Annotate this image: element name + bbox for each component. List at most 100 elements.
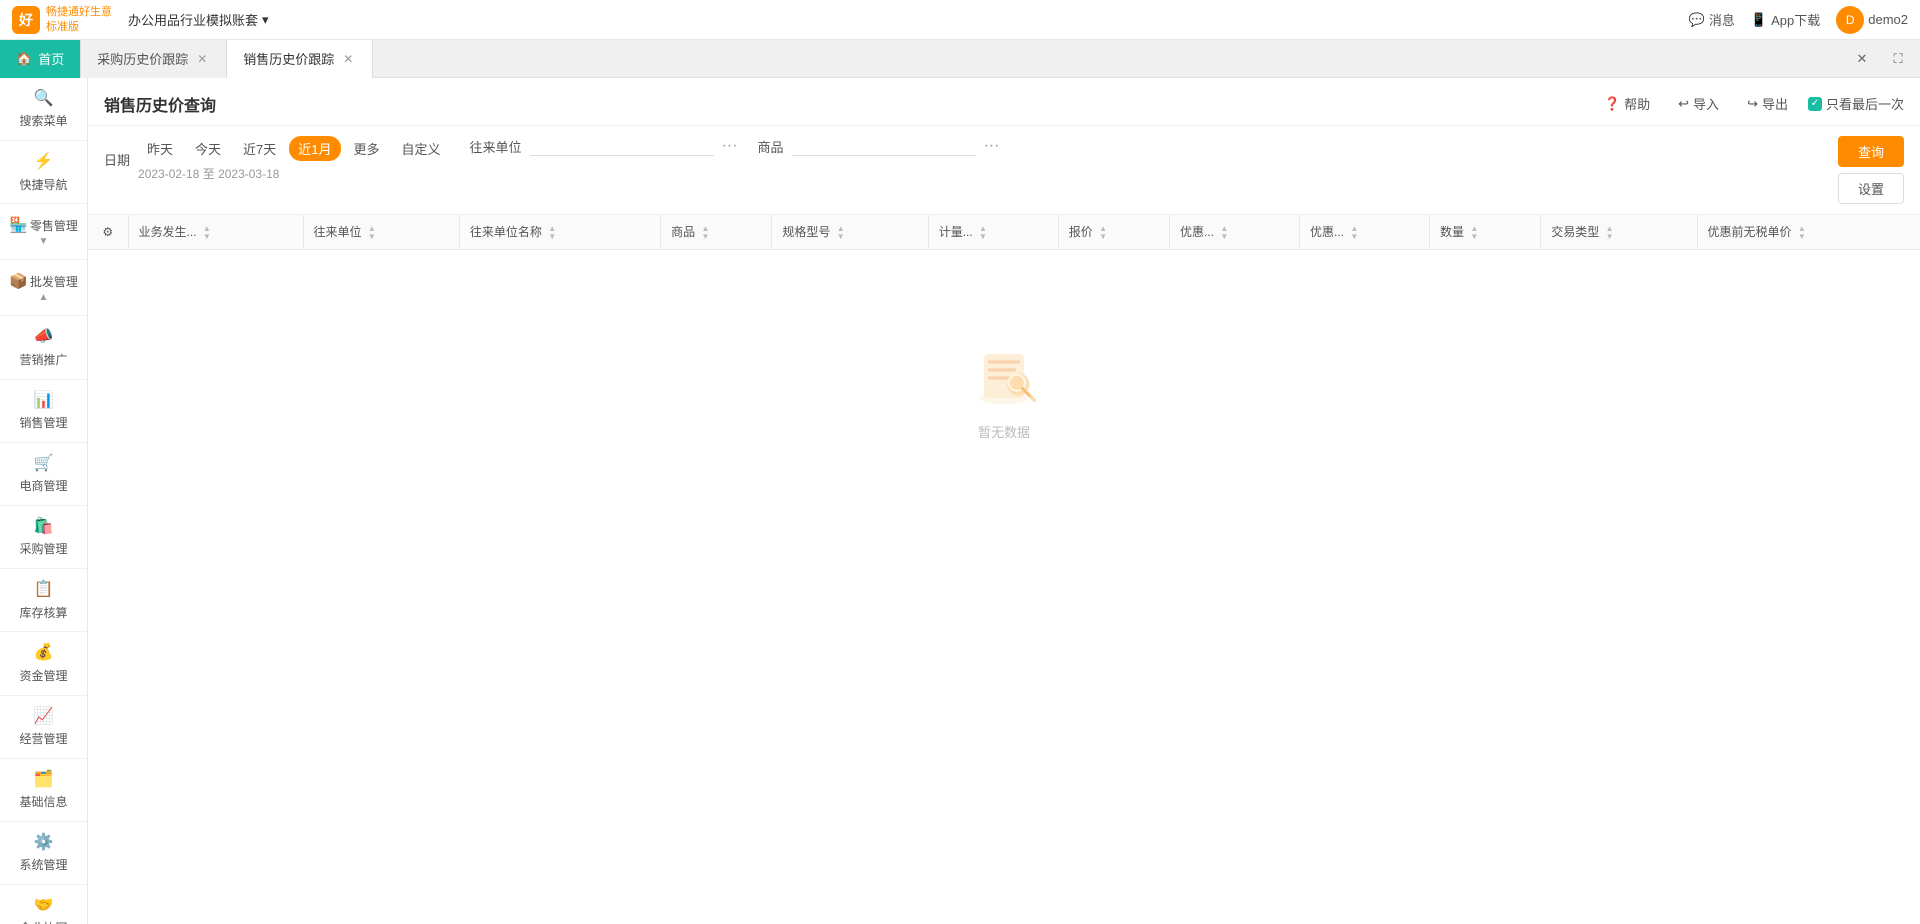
search-icon: 🔍 — [34, 88, 54, 110]
tab-purchase-close[interactable]: ✕ — [194, 51, 210, 67]
goods-input[interactable] — [792, 136, 976, 156]
chevron-down-icon: ▼ — [39, 236, 49, 247]
partner-dots[interactable]: ··· — [722, 138, 738, 154]
empty-icon — [964, 330, 1044, 410]
sort-icon: ▲▼ — [1220, 225, 1228, 241]
tab-expand-btn[interactable]: ⛶ — [1884, 45, 1912, 73]
sort-icon: ▲▼ — [979, 225, 987, 241]
operations-icon: 📈 — [34, 706, 54, 728]
th-discount2[interactable]: 优惠... ▲▼ — [1299, 215, 1429, 249]
settings-button[interactable]: 设置 — [1838, 173, 1904, 204]
tab-close-all-btn[interactable]: ✕ — [1848, 45, 1876, 73]
query-button[interactable]: 查询 — [1838, 136, 1904, 167]
marketing-icon: 📣 — [34, 326, 54, 348]
sidebar-item-basic[interactable]: 🗂️ 基础信息 — [0, 759, 87, 822]
message-btn[interactable]: 💬 消息 — [1689, 10, 1735, 29]
sidebar-item-retail[interactable]: 🏪 零售管理 ▼ — [0, 204, 87, 260]
th-trade-type[interactable]: 交易类型 ▲▼ — [1541, 215, 1697, 249]
sidebar-item-inventory[interactable]: 📋 库存核算 — [0, 569, 87, 632]
tab-bar: 🏠 首页 采购历史价跟踪 ✕ 销售历史价跟踪 ✕ ✕ ⛶ — [0, 40, 1920, 78]
import-btn[interactable]: ↩ 导入 — [1670, 90, 1727, 117]
tab-purchase[interactable]: 采购历史价跟踪 ✕ — [81, 40, 227, 78]
sidebar-item-search[interactable]: 🔍 搜索菜单 — [0, 78, 87, 141]
app-selector[interactable]: 办公用品行业模拟账套 ▾ — [120, 6, 277, 33]
message-icon: 💬 — [1689, 12, 1705, 28]
chevron-down-icon: ▾ — [262, 12, 269, 28]
content-area: 销售历史价查询 ❓ 帮助 ↩ 导入 ↪ 导出 ✓ 只看最后一次 — [88, 78, 1920, 924]
enterprise-icon: 🤝 — [34, 895, 54, 917]
sort-icon: ▲▼ — [548, 225, 556, 241]
date-btn-today[interactable]: 今天 — [186, 136, 230, 161]
header-right: 💬 消息 📱 App下载 D demo2 — [1689, 6, 1908, 34]
sort-icon: ▲▼ — [368, 225, 376, 241]
gear-icon[interactable]: ⚙ — [102, 225, 113, 239]
action-buttons: 查询 设置 — [1838, 136, 1904, 204]
th-partner-code[interactable]: 往来单位 ▲▼ — [303, 215, 459, 249]
partner-label: 往来单位 — [470, 137, 522, 156]
logo-text: 畅捷通好生意 标准版 — [46, 5, 112, 34]
sort-icon: ▲▼ — [837, 225, 845, 241]
partner-input[interactable] — [530, 136, 714, 156]
sort-icon: ▲▼ — [1798, 225, 1806, 241]
page-title: 销售历史价查询 — [104, 92, 216, 116]
sidebar-item-purchase[interactable]: 🛍️ 采购管理 — [0, 506, 87, 569]
help-btn[interactable]: ❓ 帮助 — [1596, 90, 1658, 117]
th-partner-name[interactable]: 往来单位名称 ▲▼ — [459, 215, 660, 249]
date-btn-custom[interactable]: 自定义 — [393, 136, 450, 161]
sales-icon: 📊 — [34, 390, 54, 412]
date-label: 日期 — [104, 150, 130, 169]
sidebar-item-enterprise[interactable]: 🤝 企业协同 — [0, 885, 87, 924]
user-menu[interactable]: D demo2 — [1836, 6, 1908, 34]
sort-icon: ▲▼ — [1350, 225, 1358, 241]
sidebar-item-operations[interactable]: 📈 经营管理 — [0, 696, 87, 759]
sidebar-item-wholesale[interactable]: 📦 批发管理 ▲ — [0, 260, 87, 316]
only-last-checkbox[interactable]: ✓ — [1808, 97, 1822, 111]
th-pretax-price[interactable]: 优惠前无税单价 ▲▼ — [1697, 215, 1920, 249]
sort-icon: ▲▼ — [1099, 225, 1107, 241]
goods-dots[interactable]: ··· — [984, 138, 1000, 154]
home-icon: 🏠 — [16, 51, 32, 67]
data-table: ⚙ 业务发生... ▲▼ 往来单位 ▲▼ 往来单位名称 ▲▼ — [88, 215, 1920, 250]
sidebar-item-ecommerce[interactable]: 🛒 电商管理 — [0, 443, 87, 506]
date-btn-yesterday[interactable]: 昨天 — [138, 136, 182, 161]
help-icon: ❓ — [1604, 96, 1620, 112]
date-filter-group: 日期 昨天 今天 近7天 近1月 更多 自定义 2023-02-18 至 202… — [104, 136, 450, 182]
purchase-icon: 🛍️ — [34, 516, 54, 538]
th-unit[interactable]: 计量... ▲▼ — [928, 215, 1058, 249]
tab-sales-close[interactable]: ✕ — [340, 51, 356, 67]
table-container: ⚙ 业务发生... ▲▼ 往来单位 ▲▼ 往来单位名称 ▲▼ — [88, 215, 1920, 924]
logo-area: 好 畅捷通好生意 标准版 — [12, 5, 112, 34]
sidebar-item-sales[interactable]: 📊 销售管理 — [0, 380, 87, 443]
only-last-checkbox-label[interactable]: ✓ 只看最后一次 — [1808, 94, 1904, 113]
th-spec[interactable]: 规格型号 ▲▼ — [772, 215, 928, 249]
page-header: 销售历史价查询 ❓ 帮助 ↩ 导入 ↪ 导出 ✓ 只看最后一次 — [88, 78, 1920, 126]
goods-filter-group: 商品 ··· — [758, 136, 1000, 156]
sidebar-item-finance[interactable]: 💰 资金管理 — [0, 632, 87, 695]
system-icon: ⚙️ — [34, 832, 54, 854]
date-buttons: 昨天 今天 近7天 近1月 更多 自定义 — [138, 136, 450, 161]
th-quantity[interactable]: 数量 ▲▼ — [1429, 215, 1540, 249]
partner-filter-group: 往来单位 ··· — [470, 136, 738, 156]
app-download-btn[interactable]: 📱 App下载 — [1751, 10, 1820, 29]
date-btn-1month[interactable]: 近1月 — [289, 136, 340, 161]
th-goods[interactable]: 商品 ▲▼ — [661, 215, 772, 249]
sidebar-item-marketing[interactable]: 📣 营销推广 — [0, 316, 87, 379]
th-biz-date[interactable]: 业务发生... ▲▼ — [128, 215, 303, 249]
avatar: D — [1836, 6, 1864, 34]
ecommerce-icon: 🛒 — [34, 453, 54, 475]
date-btn-7days[interactable]: 近7天 — [234, 136, 285, 161]
sidebar-item-shortcut[interactable]: ⚡ 快捷导航 — [0, 141, 87, 204]
sidebar: 🔍 搜索菜单 ⚡ 快捷导航 🏪 零售管理 ▼ 📦 批发管理 ▲ 📣 营销推广 📊… — [0, 78, 88, 924]
download-icon: 📱 — [1751, 12, 1767, 28]
empty-text: 暂无数据 — [978, 422, 1030, 441]
sort-icon: ▲▼ — [702, 225, 710, 241]
tab-sales[interactable]: 销售历史价跟踪 ✕ — [227, 40, 373, 78]
empty-state: 暂无数据 — [88, 250, 1920, 521]
export-btn[interactable]: ↪ 导出 — [1739, 90, 1796, 117]
tab-home[interactable]: 🏠 首页 — [0, 40, 81, 78]
th-discount1[interactable]: 优惠... ▲▼ — [1169, 215, 1299, 249]
date-btn-more[interactable]: 更多 — [345, 136, 389, 161]
sidebar-item-system[interactable]: ⚙️ 系统管理 — [0, 822, 87, 885]
th-quote[interactable]: 报价 ▲▼ — [1058, 215, 1169, 249]
th-settings[interactable]: ⚙ — [88, 215, 128, 249]
